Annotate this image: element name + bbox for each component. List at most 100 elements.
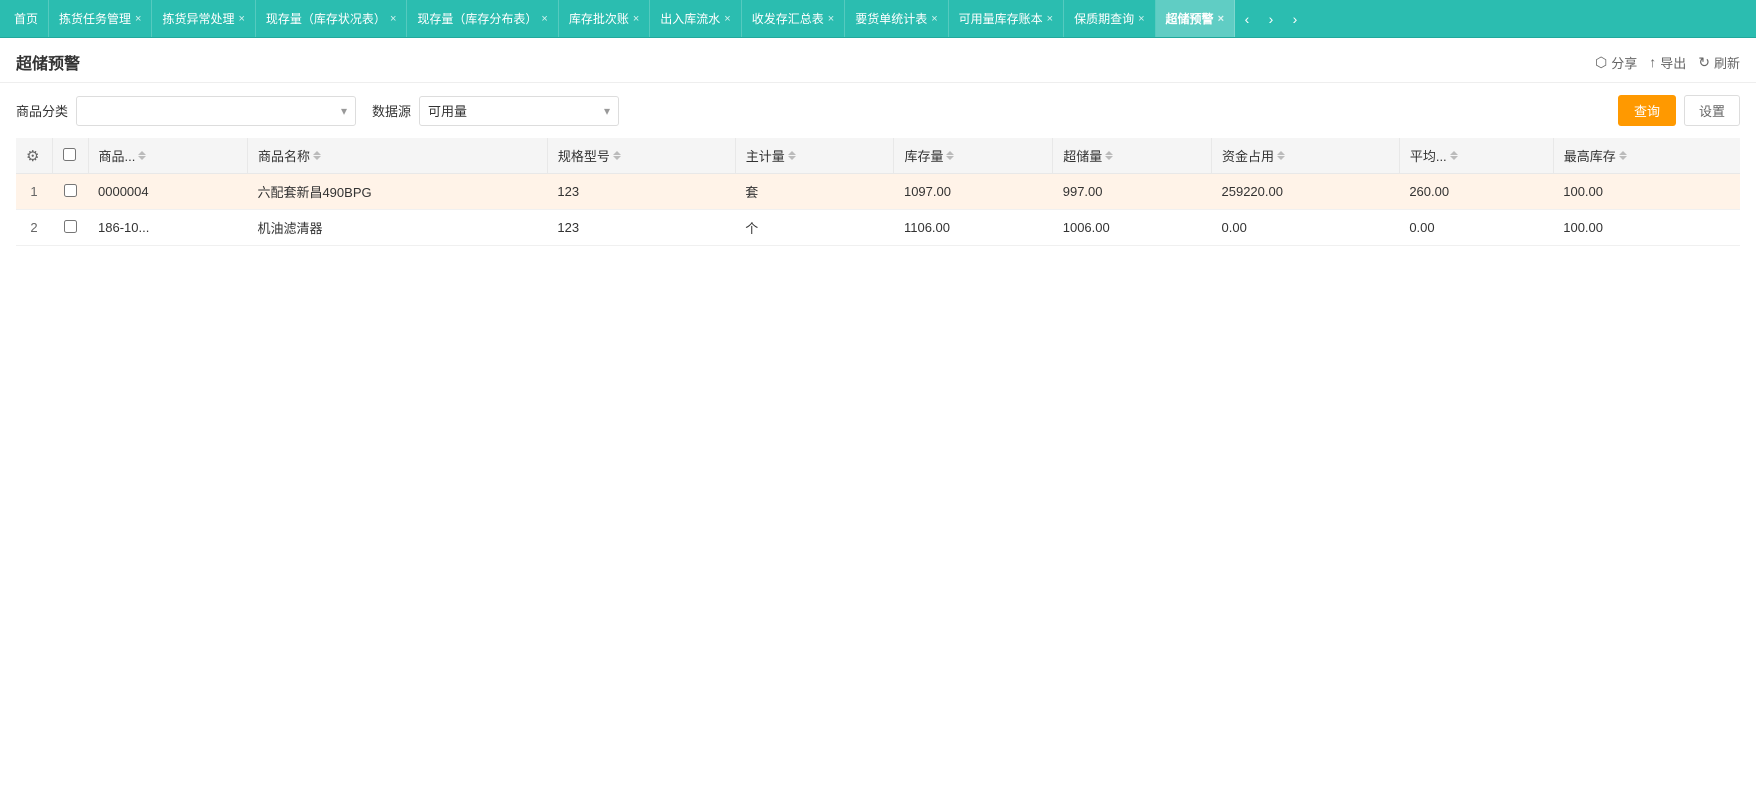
col-spec[interactable]: 规格型号 bbox=[547, 138, 735, 174]
col-avg-sort[interactable] bbox=[1450, 151, 1458, 160]
settings-button[interactable]: 设置 bbox=[1684, 95, 1740, 126]
col-spec-label: 规格型号 bbox=[558, 146, 610, 165]
row-avg: 0.00 bbox=[1399, 210, 1553, 246]
table-body: 1 0000004 六配套新昌490BPG 123 套 1097.00 997.… bbox=[16, 174, 1740, 246]
select-all-checkbox[interactable] bbox=[63, 148, 76, 161]
nav-tab-task[interactable]: 拣货任务管理 × bbox=[49, 0, 152, 37]
col-spec-sort[interactable] bbox=[613, 151, 621, 160]
row-checkbox-cell bbox=[52, 174, 88, 210]
row-number: 1 bbox=[16, 174, 52, 210]
nav-more-button[interactable]: › bbox=[1283, 0, 1307, 37]
nav-tab-requisition[interactable]: 要货单统计表 × bbox=[845, 0, 948, 37]
column-settings-icon[interactable]: ⚙ bbox=[26, 148, 39, 165]
nav-tab-batch[interactable]: 库存批次账 × bbox=[559, 0, 650, 37]
nav-tab-overstock-close[interactable]: × bbox=[1218, 13, 1224, 25]
row-avg: 260.00 bbox=[1399, 174, 1553, 210]
row-capital: 259220.00 bbox=[1212, 174, 1400, 210]
refresh-button[interactable]: ↻ 刷新 bbox=[1698, 53, 1740, 72]
col-product-code-sort[interactable] bbox=[138, 151, 146, 160]
page-container: 超储预警 ⬡ 分享 ↑ 导出 ↻ 刷新 商品分类 ▾ 数据源 bbox=[0, 38, 1756, 800]
datasource-filter-group: 数据源 可用量 ▾ bbox=[372, 96, 619, 126]
nav-next-button[interactable]: › bbox=[1259, 0, 1283, 37]
nav-tab-available-close[interactable]: × bbox=[1047, 13, 1053, 25]
sort-down-icon bbox=[946, 156, 954, 160]
nav-tab-home-label: 首页 bbox=[14, 10, 38, 27]
row-stock: 1106.00 bbox=[894, 210, 1053, 246]
col-stock-sort[interactable] bbox=[946, 151, 954, 160]
sort-down-icon bbox=[313, 156, 321, 160]
col-overstock-sort[interactable] bbox=[1105, 151, 1113, 160]
col-capital[interactable]: 资金占用 bbox=[1212, 138, 1400, 174]
nav-tab-available[interactable]: 可用量库存账本 × bbox=[949, 0, 1064, 37]
row-unit: 个 bbox=[735, 210, 894, 246]
table-header-row: ⚙ 商品... bbox=[16, 138, 1740, 174]
col-capital-sort[interactable] bbox=[1277, 151, 1285, 160]
nav-tab-expiry-close[interactable]: × bbox=[1138, 13, 1144, 25]
nav-tab-summary[interactable]: 收发存汇总表 × bbox=[742, 0, 845, 37]
row-checkbox[interactable] bbox=[64, 184, 77, 197]
data-table: ⚙ 商品... bbox=[16, 138, 1740, 246]
nav-tab-inout-close[interactable]: × bbox=[724, 13, 730, 25]
row-max-stock: 100.00 bbox=[1553, 210, 1740, 246]
sort-down-icon bbox=[1619, 156, 1627, 160]
col-overstock[interactable]: 超储量 bbox=[1053, 138, 1212, 174]
datasource-select-arrow-icon: ▾ bbox=[604, 104, 610, 118]
nav-tab-stock-dist-close[interactable]: × bbox=[541, 13, 547, 25]
page-header: 超储预警 ⬡ 分享 ↑ 导出 ↻ 刷新 bbox=[0, 38, 1756, 83]
nav-tab-batch-close[interactable]: × bbox=[633, 13, 639, 25]
query-button[interactable]: 查询 bbox=[1618, 95, 1676, 126]
export-button[interactable]: ↑ 导出 bbox=[1649, 53, 1686, 72]
row-product-name: 六配套新昌490BPG bbox=[247, 174, 547, 210]
category-filter-label: 商品分类 bbox=[16, 101, 68, 120]
col-product-code[interactable]: 商品... bbox=[88, 138, 247, 174]
sort-down-icon bbox=[1450, 156, 1458, 160]
col-product-name[interactable]: 商品名称 bbox=[247, 138, 547, 174]
datasource-select-text: 可用量 bbox=[428, 101, 467, 120]
nav-tab-available-label: 可用量库存账本 bbox=[959, 10, 1043, 27]
col-max-stock-label: 最高库存 bbox=[1564, 146, 1616, 165]
datasource-select[interactable]: 可用量 ▾ bbox=[419, 96, 619, 126]
nav-tab-requisition-close[interactable]: × bbox=[931, 13, 937, 25]
row-product-name: 机油滤清器 bbox=[247, 210, 547, 246]
col-avg[interactable]: 平均... bbox=[1399, 138, 1553, 174]
filter-row: 商品分类 ▾ 数据源 可用量 ▾ 查询 设置 bbox=[0, 83, 1756, 138]
nav-tab-stock-dist[interactable]: 现存量（库存分布表） × bbox=[407, 0, 558, 37]
share-button[interactable]: ⬡ 分享 bbox=[1595, 53, 1637, 72]
nav-tab-exception-close[interactable]: × bbox=[238, 13, 244, 25]
sort-down-icon bbox=[613, 156, 621, 160]
col-max-stock[interactable]: 最高库存 bbox=[1553, 138, 1740, 174]
nav-tab-inout[interactable]: 出入库流水 × bbox=[650, 0, 741, 37]
table-container: ⚙ 商品... bbox=[0, 138, 1756, 246]
nav-tab-stock-status-close[interactable]: × bbox=[390, 13, 396, 25]
nav-tab-stock-status-label: 现存量（库存状况表） bbox=[266, 10, 386, 27]
col-max-stock-sort[interactable] bbox=[1619, 151, 1627, 160]
nav-prev-button[interactable]: ‹ bbox=[1235, 0, 1259, 37]
nav-tab-exception[interactable]: 拣货异常处理 × bbox=[152, 0, 255, 37]
category-select[interactable]: ▾ bbox=[76, 96, 356, 126]
col-product-code-label: 商品... bbox=[99, 146, 136, 165]
sort-down-icon bbox=[1277, 156, 1285, 160]
nav-tab-stock-status[interactable]: 现存量（库存状况表） × bbox=[256, 0, 407, 37]
row-spec: 123 bbox=[547, 210, 735, 246]
col-checkbox bbox=[52, 138, 88, 174]
category-filter-group: 商品分类 ▾ bbox=[16, 96, 356, 126]
col-overstock-label: 超储量 bbox=[1063, 146, 1102, 165]
col-stock[interactable]: 库存量 bbox=[894, 138, 1053, 174]
row-checkbox[interactable] bbox=[64, 220, 77, 233]
row-spec: 123 bbox=[547, 174, 735, 210]
nav-tab-summary-close[interactable]: × bbox=[828, 13, 834, 25]
col-unit-label: 主计量 bbox=[746, 146, 785, 165]
sort-up-icon bbox=[788, 151, 796, 155]
nav-tab-expiry[interactable]: 保质期查询 × bbox=[1064, 0, 1155, 37]
row-product-code: 186-10... bbox=[88, 210, 247, 246]
nav-tab-overstock[interactable]: 超储预警 × bbox=[1156, 0, 1235, 37]
export-icon: ↑ bbox=[1649, 54, 1656, 70]
col-unit[interactable]: 主计量 bbox=[735, 138, 894, 174]
datasource-filter-label: 数据源 bbox=[372, 101, 411, 120]
col-unit-sort[interactable] bbox=[788, 151, 796, 160]
nav-tab-home[interactable]: 首页 bbox=[4, 0, 49, 37]
nav-tab-task-close[interactable]: × bbox=[135, 13, 141, 25]
col-product-name-sort[interactable] bbox=[313, 151, 321, 160]
row-number: 2 bbox=[16, 210, 52, 246]
share-label: 分享 bbox=[1611, 53, 1637, 72]
